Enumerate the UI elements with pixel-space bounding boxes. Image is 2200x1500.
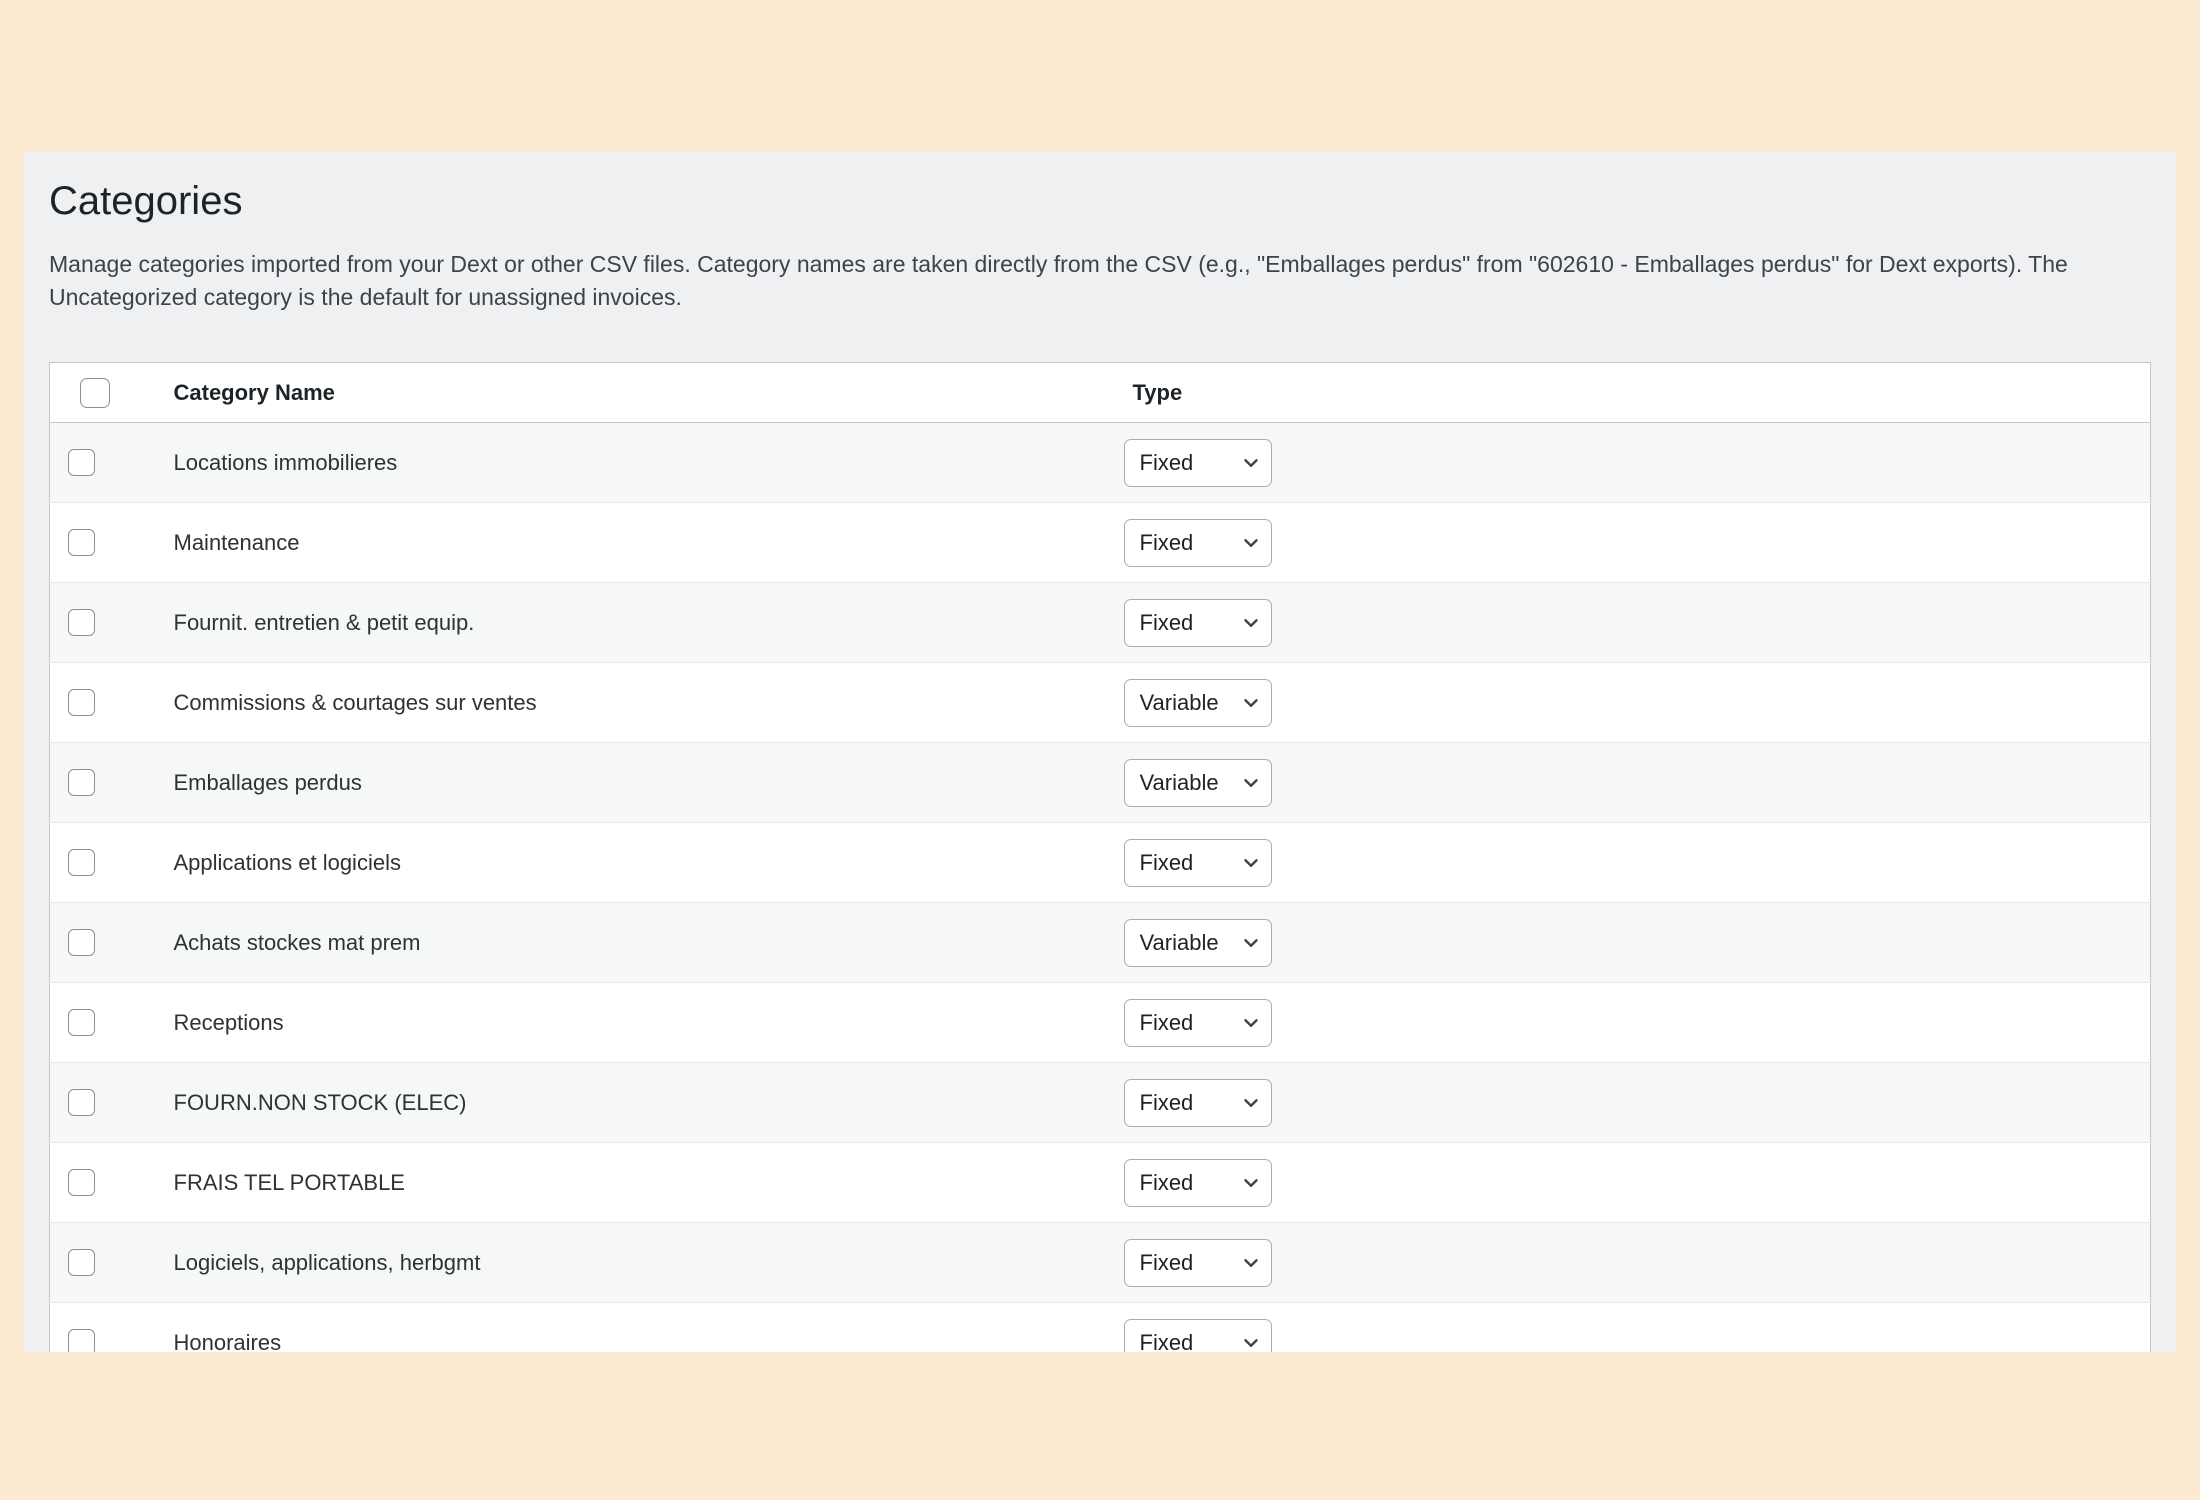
row-checkbox[interactable] [68, 849, 95, 876]
type-select-wrap: FixedVariable [1123, 1078, 1272, 1127]
type-select[interactable]: FixedVariable [1123, 438, 1272, 487]
type-cell: FixedVariable [1123, 982, 2151, 1063]
category-name-cell: Applications et logiciels [173, 822, 1124, 903]
type-select[interactable]: FixedVariable [1123, 1318, 1272, 1352]
row-checkbox[interactable] [68, 609, 95, 636]
category-name-cell: Fournit. entretien & petit equip. [173, 582, 1124, 663]
type-select-wrap: FixedVariable [1123, 598, 1272, 647]
table-row: FOURN.NON STOCK (ELEC) FixedVariable [49, 1062, 2151, 1143]
table-body: Locations immobilieres FixedVariable Mai… [49, 422, 2151, 1352]
type-cell: FixedVariable [1123, 1222, 2151, 1303]
row-checkbox-cell [49, 502, 174, 583]
type-cell: FixedVariable [1123, 502, 2151, 583]
row-checkbox[interactable] [68, 1089, 95, 1116]
row-checkbox[interactable] [68, 929, 95, 956]
category-name-cell: FRAIS TEL PORTABLE [173, 1142, 1124, 1223]
row-checkbox-cell [49, 982, 174, 1063]
type-select[interactable]: FixedVariable [1123, 1238, 1272, 1287]
type-cell: FixedVariable [1123, 822, 2151, 903]
category-name-cell: Honoraires [173, 1302, 1124, 1352]
table-row: Fournit. entretien & petit equip. FixedV… [49, 582, 2151, 663]
category-name-cell: Locations immobilieres [173, 449, 398, 475]
categories-table: Category Name Type Locations immobiliere… [49, 362, 2151, 1352]
row-checkbox-cell [49, 662, 174, 743]
type-select-wrap: FixedVariable [1123, 1158, 1272, 1207]
type-select[interactable]: FixedVariable [1123, 598, 1272, 647]
table-row: Receptions FixedVariable [49, 982, 2151, 1063]
row-checkbox-cell [49, 1302, 174, 1352]
type-select[interactable]: FixedVariable [1123, 758, 1272, 807]
type-select-wrap: FixedVariable [1123, 1318, 1272, 1352]
category-name-cell: Receptions [173, 982, 1124, 1063]
row-checkbox[interactable] [68, 1009, 95, 1036]
table-row: Maintenance FixedVariable [49, 502, 2151, 583]
type-column-header: Type [1123, 362, 2151, 423]
row-checkbox[interactable] [68, 1329, 95, 1352]
type-cell: FixedVariable [1123, 1142, 2151, 1223]
type-select-wrap: FixedVariable [1123, 518, 1272, 567]
row-checkbox-cell [49, 582, 174, 663]
type-select-wrap: FixedVariable [1123, 758, 1272, 807]
page-title: Categories [49, 179, 243, 223]
table-row: Achats stockes mat prem FixedVariable [49, 902, 2151, 983]
row-checkbox[interactable] [68, 529, 95, 556]
type-select[interactable]: FixedVariable [1123, 1158, 1272, 1207]
page-description: Manage categories imported from your Dex… [49, 251, 2068, 310]
type-select-wrap: FixedVariable [1123, 438, 1272, 487]
category-name-column-header: Category Name [173, 362, 1124, 423]
category-name-cell: Commissions & courtages sur ventes [173, 662, 1124, 743]
table-header-row: Category Name Type [49, 362, 2151, 423]
table-row: Emballages perdus FixedVariable [49, 742, 2151, 823]
category-name-cell: FOURN.NON STOCK (ELEC) [173, 1062, 1124, 1143]
type-cell: FixedVariable [1123, 742, 2151, 823]
type-cell: FixedVariable [1123, 582, 2151, 663]
table-row: Honoraires FixedVariable [49, 1302, 2151, 1352]
categories-panel: Categories Manage categories imported fr… [24, 152, 2176, 1352]
type-cell: FixedVariable [1123, 1062, 2151, 1143]
type-select[interactable]: FixedVariable [1123, 678, 1272, 727]
category-name-cell: Logiciels, applications, herbgmt [173, 1222, 1124, 1303]
select-all-checkbox[interactable] [80, 377, 110, 408]
type-select-wrap: FixedVariable [1123, 998, 1272, 1047]
table-row: Commissions & courtages sur ventes Fixed… [49, 662, 2151, 743]
row-checkbox[interactable] [68, 1169, 95, 1196]
category-name-cell: Emballages perdus [173, 742, 1124, 823]
type-select[interactable]: FixedVariable [1123, 918, 1272, 967]
type-cell: FixedVariable [1123, 662, 2151, 743]
page-background: { "page": { "title": "Categories", "desc… [0, 0, 2200, 1500]
type-select-wrap: FixedVariable [1123, 918, 1272, 967]
table-row: Logiciels, applications, herbgmt FixedVa… [49, 1222, 2151, 1303]
row-checkbox[interactable] [68, 449, 95, 476]
row-checkbox-cell [49, 822, 174, 903]
type-select-wrap: FixedVariable [1123, 1238, 1272, 1287]
type-select-wrap: FixedVariable [1123, 678, 1272, 727]
row-checkbox-cell [49, 1222, 174, 1303]
row-checkbox-cell [49, 742, 174, 823]
table-row: Applications et logiciels FixedVariable [49, 822, 2151, 903]
table-row: Locations immobilieres FixedVariable [49, 422, 2151, 503]
type-select[interactable]: FixedVariable [1123, 838, 1272, 887]
type-cell: FixedVariable [1123, 902, 2151, 983]
row-checkbox[interactable] [68, 769, 95, 796]
type-select-wrap: FixedVariable [1123, 838, 1272, 887]
table-row: FRAIS TEL PORTABLE FixedVariable [49, 1142, 2151, 1223]
row-checkbox[interactable] [68, 1249, 95, 1276]
row-checkbox-cell [49, 902, 174, 983]
category-name-cell: Maintenance [173, 502, 1124, 583]
type-select[interactable]: FixedVariable [1123, 998, 1272, 1047]
row-checkbox-cell [49, 1062, 174, 1143]
category-name-cell: Achats stockes mat prem [173, 902, 1124, 983]
row-checkbox[interactable] [68, 689, 95, 716]
type-cell: FixedVariable [1123, 423, 2151, 503]
type-cell: FixedVariable [1123, 1302, 2151, 1352]
row-checkbox-cell [50, 423, 174, 503]
row-checkbox-cell [49, 1142, 174, 1223]
select-all-header-cell [49, 362, 174, 423]
type-select[interactable]: FixedVariable [1123, 1078, 1272, 1127]
type-select[interactable]: FixedVariable [1123, 518, 1272, 567]
